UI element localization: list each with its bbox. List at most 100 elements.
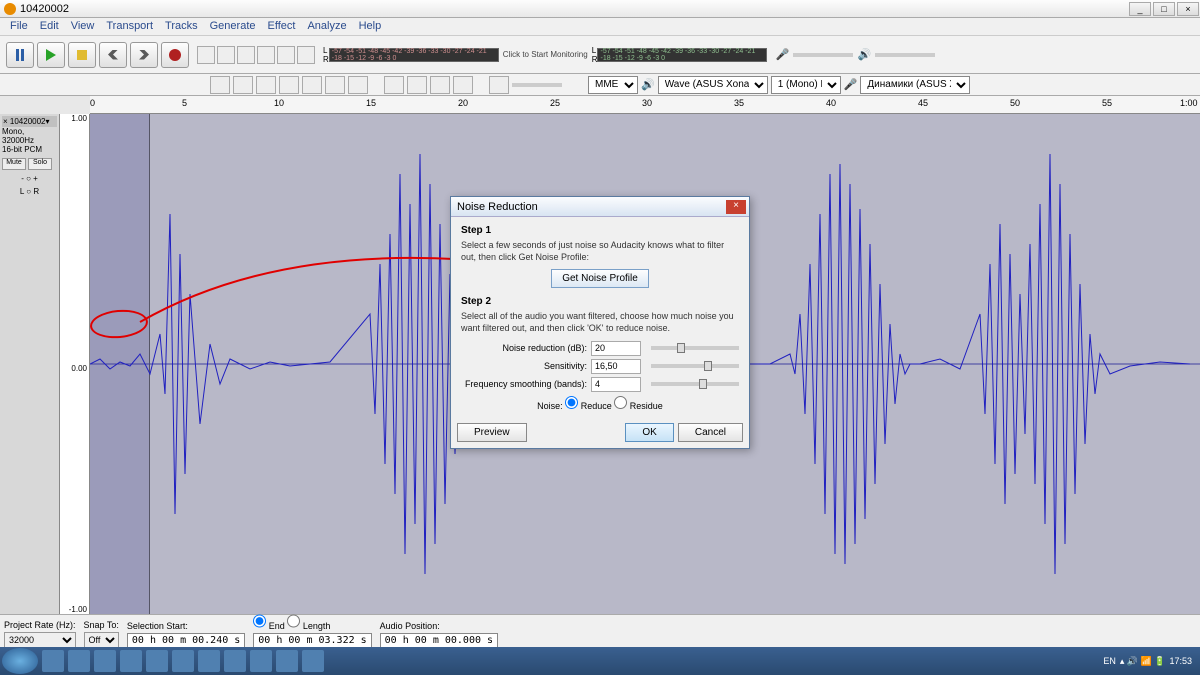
audio-host-select[interactable]: MME bbox=[588, 76, 638, 94]
play-at-speed-button[interactable] bbox=[489, 76, 509, 94]
paste-button[interactable] bbox=[256, 76, 276, 94]
minimize-button[interactable]: _ bbox=[1129, 2, 1151, 16]
menu-bar: File Edit View Transport Tracks Generate… bbox=[0, 18, 1200, 36]
frequency-smoothing-label: Frequency smoothing (bands): bbox=[461, 379, 591, 389]
track-name[interactable]: 10420002 bbox=[10, 117, 46, 126]
reduce-radio[interactable] bbox=[565, 396, 578, 409]
zoom-in-button[interactable] bbox=[384, 76, 404, 94]
maximize-button[interactable]: □ bbox=[1153, 2, 1175, 16]
menu-edit[interactable]: Edit bbox=[34, 18, 65, 35]
menu-generate[interactable]: Generate bbox=[204, 18, 262, 35]
taskbar-app-5[interactable] bbox=[146, 650, 168, 672]
close-button[interactable]: × bbox=[1177, 2, 1199, 16]
language-indicator[interactable]: EN bbox=[1103, 656, 1116, 666]
taskbar-app-8[interactable] bbox=[224, 650, 246, 672]
taskbar-app-11[interactable] bbox=[302, 650, 324, 672]
copy-button[interactable] bbox=[233, 76, 253, 94]
input-device-select[interactable]: Динамики (ASUS X... bbox=[860, 76, 970, 94]
preview-button[interactable]: Preview bbox=[457, 423, 527, 442]
output-volume-slider[interactable] bbox=[875, 53, 935, 57]
menu-analyze[interactable]: Analyze bbox=[301, 18, 352, 35]
stop-button[interactable] bbox=[68, 42, 96, 68]
mute-button[interactable]: Mute bbox=[2, 158, 26, 170]
fit-selection-button[interactable] bbox=[430, 76, 450, 94]
start-button[interactable] bbox=[2, 648, 38, 674]
menu-file[interactable]: File bbox=[4, 18, 34, 35]
selection-start-value[interactable]: 00 h 00 m 00.240 s bbox=[127, 633, 245, 648]
fit-project-button[interactable] bbox=[453, 76, 473, 94]
sensitivity-slider[interactable] bbox=[651, 364, 739, 368]
selection-end-value[interactable]: 00 h 00 m 03.322 s bbox=[253, 633, 371, 648]
title-bar: 10420002 _ □ × bbox=[0, 0, 1200, 18]
selection-tool[interactable] bbox=[197, 46, 215, 64]
menu-help[interactable]: Help bbox=[353, 18, 388, 35]
multi-tool[interactable] bbox=[297, 46, 315, 64]
length-radio[interactable] bbox=[287, 613, 300, 629]
project-rate-select[interactable]: 32000 bbox=[4, 632, 76, 648]
sensitivity-input[interactable] bbox=[591, 359, 641, 374]
silence-button[interactable] bbox=[302, 76, 322, 94]
redo-button[interactable] bbox=[348, 76, 368, 94]
menu-transport[interactable]: Transport bbox=[100, 18, 159, 35]
end-radio[interactable] bbox=[253, 613, 266, 629]
solo-button[interactable]: Solo bbox=[28, 158, 52, 170]
undo-button[interactable] bbox=[325, 76, 345, 94]
get-noise-profile-button[interactable]: Get Noise Profile bbox=[551, 269, 649, 288]
ok-button[interactable]: OK bbox=[625, 423, 673, 442]
channels-select[interactable]: 1 (Mono) R bbox=[771, 76, 841, 94]
speaker-device-icon: 🔊 bbox=[641, 78, 655, 91]
taskbar-app-4[interactable] bbox=[120, 650, 142, 672]
menu-view[interactable]: View bbox=[65, 18, 101, 35]
pause-button[interactable] bbox=[6, 42, 34, 68]
cancel-button[interactable]: Cancel bbox=[678, 423, 743, 442]
record-button[interactable] bbox=[161, 42, 189, 68]
dialog-title-bar[interactable]: Noise Reduction × bbox=[451, 197, 749, 217]
zoom-tool[interactable] bbox=[257, 46, 275, 64]
snap-to-label: Snap To: bbox=[84, 620, 119, 630]
playback-meter[interactable]: -57 -54 -51 -48 -45 -42 -39 -36 -33 -30 … bbox=[597, 48, 767, 62]
noise-reduction-input[interactable] bbox=[591, 341, 641, 356]
zoom-out-button[interactable] bbox=[407, 76, 427, 94]
taskbar-app-9[interactable] bbox=[250, 650, 272, 672]
draw-tool[interactable] bbox=[237, 46, 255, 64]
speed-slider[interactable] bbox=[512, 83, 562, 87]
sensitivity-label: Sensitivity: bbox=[461, 361, 591, 371]
snap-to-select[interactable]: Off bbox=[84, 632, 119, 648]
taskbar-app-2[interactable] bbox=[68, 650, 90, 672]
clock[interactable]: 17:53 bbox=[1169, 656, 1192, 666]
gain-slider[interactable]: - ○ + bbox=[2, 174, 57, 183]
cut-button[interactable] bbox=[210, 76, 230, 94]
noise-reduction-slider[interactable] bbox=[651, 346, 739, 350]
tray-icons[interactable]: ▴ 🔊 📶 🔋 bbox=[1120, 656, 1166, 667]
play-button[interactable] bbox=[37, 42, 65, 68]
recording-meter[interactable]: -57 -54 -51 -48 -45 -42 -39 -36 -33 -30 … bbox=[329, 48, 499, 62]
residue-radio[interactable] bbox=[614, 396, 627, 409]
input-volume-slider[interactable] bbox=[793, 53, 853, 57]
step2-header: Step 2 bbox=[461, 296, 739, 307]
audio-position-value[interactable]: 00 h 00 m 00.000 s bbox=[380, 633, 498, 648]
output-device-select[interactable]: Wave (ASUS Xona... bbox=[658, 76, 768, 94]
dialog-close-button[interactable]: × bbox=[726, 200, 746, 214]
menu-effect[interactable]: Effect bbox=[262, 18, 302, 35]
selection-start-label: Selection Start: bbox=[127, 621, 245, 631]
taskbar-app-6[interactable] bbox=[172, 650, 194, 672]
frequency-smoothing-slider[interactable] bbox=[651, 382, 739, 386]
timeshift-tool[interactable] bbox=[277, 46, 295, 64]
taskbar-app-7[interactable] bbox=[198, 650, 220, 672]
track-info: Mono, 32000Hz bbox=[2, 127, 57, 145]
frequency-smoothing-input[interactable] bbox=[591, 377, 641, 392]
taskbar-app-10[interactable] bbox=[276, 650, 298, 672]
taskbar-app-1[interactable] bbox=[42, 650, 64, 672]
track-close-icon[interactable]: × bbox=[3, 117, 8, 126]
envelope-tool[interactable] bbox=[217, 46, 235, 64]
timeline-ruler[interactable]: 0 5 10 15 20 25 30 35 40 45 50 55 1:00 bbox=[90, 96, 1200, 114]
main-toolbar: LR -57 -54 -51 -48 -45 -42 -39 -36 -33 -… bbox=[0, 36, 1200, 74]
skip-end-button[interactable] bbox=[130, 42, 158, 68]
track-menu-icon[interactable]: ▾ bbox=[46, 117, 50, 126]
click-to-monitor-label[interactable]: Click to Start Monitoring bbox=[499, 50, 592, 59]
trim-button[interactable] bbox=[279, 76, 299, 94]
skip-start-button[interactable] bbox=[99, 42, 127, 68]
menu-tracks[interactable]: Tracks bbox=[159, 18, 204, 35]
step1-header: Step 1 bbox=[461, 225, 739, 236]
taskbar-app-3[interactable] bbox=[94, 650, 116, 672]
